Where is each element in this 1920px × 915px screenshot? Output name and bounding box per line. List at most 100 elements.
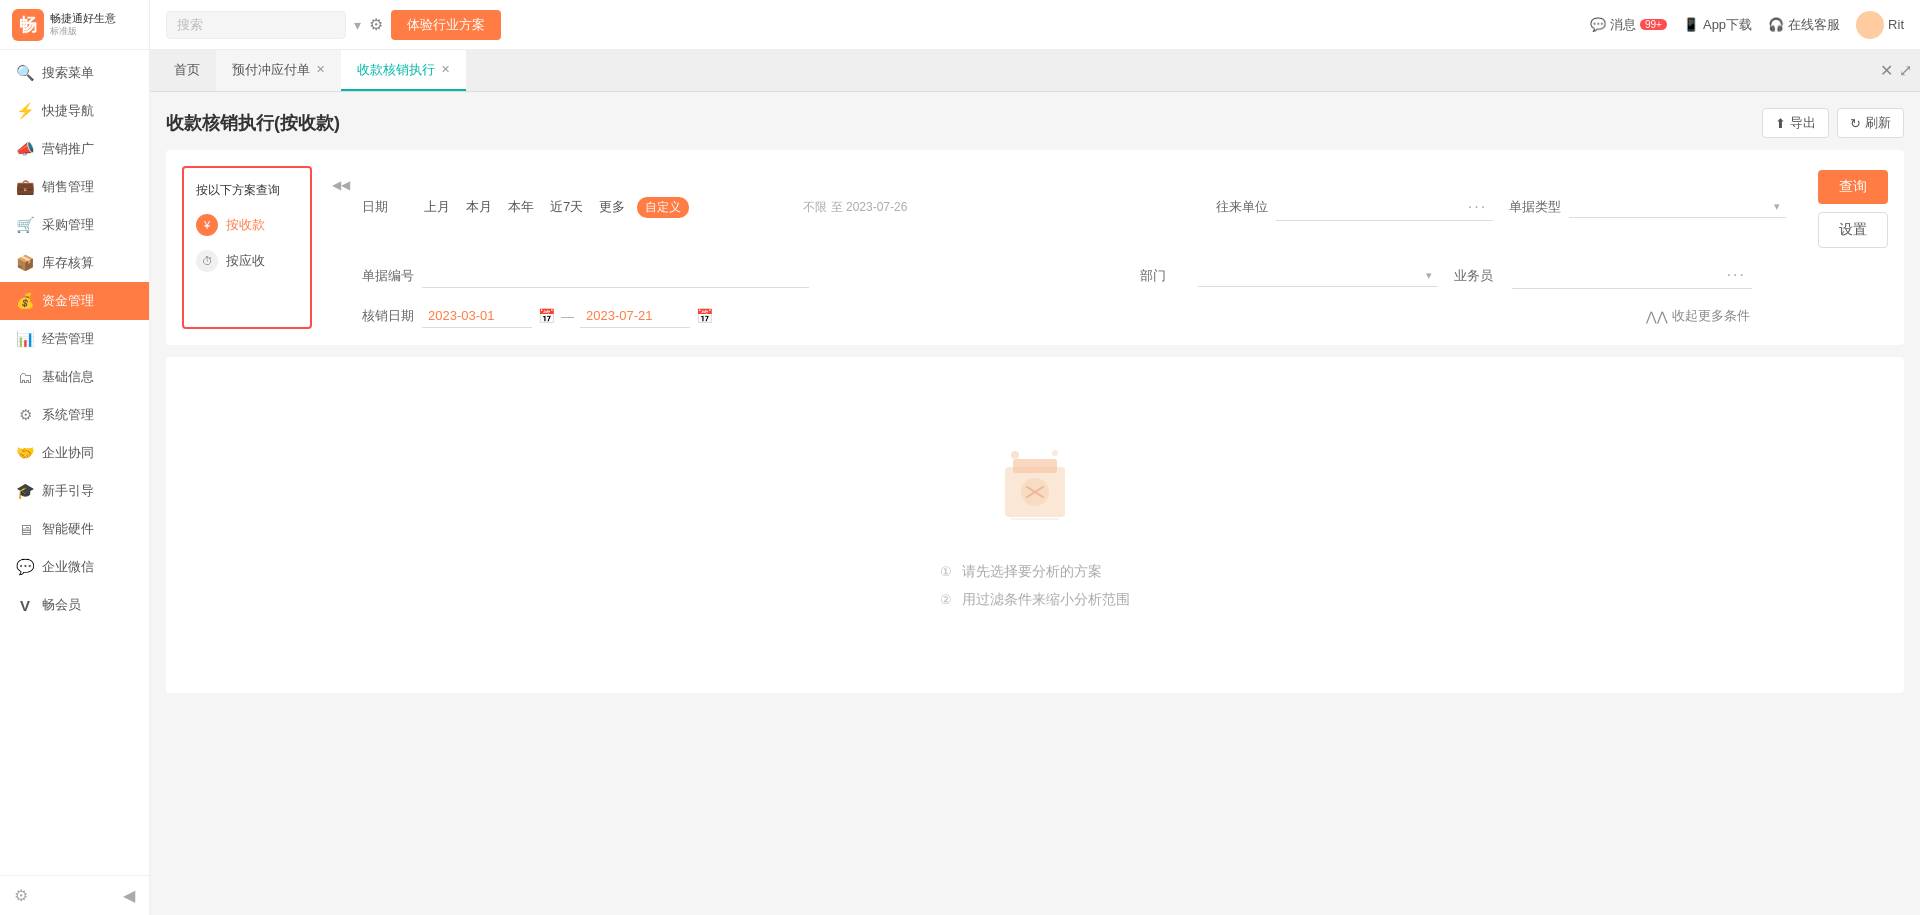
sidebar-label-basic-info: 基础信息	[42, 368, 94, 386]
refresh-label: 刷新	[1865, 114, 1891, 132]
sidebar-item-quick-nav[interactable]: ⚡ 快捷导航	[0, 92, 149, 130]
refresh-button[interactable]: ↻ 刷新	[1837, 108, 1904, 138]
sidebar-item-sales[interactable]: 💼 销售管理	[0, 168, 149, 206]
doc-number-input[interactable]	[422, 264, 809, 288]
finance-icon: 💰	[16, 292, 34, 310]
filter-option-by-receivable[interactable]: ⏱ 按应收	[184, 243, 310, 279]
sidebar-label-search: 搜索菜单	[42, 64, 94, 82]
date-label: 日期	[362, 198, 412, 216]
salesperson-select[interactable]: ···	[1512, 262, 1752, 289]
logo-badge: 标准版	[50, 25, 116, 38]
sidebar: 畅 畅捷通好生意 标准版 🔍 搜索菜单 ⚡ 快捷导航 📣 营销推广 💼 销售管理…	[0, 0, 150, 915]
tabbar-actions: ✕ ⤢	[1880, 50, 1912, 91]
sidebar-item-inventory[interactable]: 📦 库存核算	[0, 244, 149, 282]
salesperson-label: 业务员	[1454, 267, 1504, 285]
operation-icon: 📊	[16, 330, 34, 348]
sidebar-item-operation[interactable]: 📊 经营管理	[0, 320, 149, 358]
salesperson-ellipsis-btn[interactable]: ···	[1727, 266, 1746, 284]
receivable-icon: ⏱	[196, 250, 218, 272]
topbar-gear-icon[interactable]: ⚙	[369, 15, 383, 34]
counterparty-group: 往来单位 ···	[1216, 194, 1493, 221]
settings-icon[interactable]: ⚙	[14, 886, 28, 905]
message-badge: 99+	[1640, 19, 1667, 30]
service-icon: 🎧	[1768, 17, 1784, 32]
solution-button[interactable]: 体验行业方案	[391, 10, 501, 40]
filter-sidebar-title: 按以下方案查询	[184, 178, 310, 207]
member-icon: V	[16, 597, 34, 614]
topbar-dropdown-icon[interactable]: ▾	[354, 17, 361, 33]
writeoff-date-label: 核销日期	[362, 307, 414, 325]
tab-prepay-close-icon[interactable]: ✕	[316, 63, 325, 76]
setting-button[interactable]: 设置	[1818, 212, 1888, 248]
message-icon: 💬	[1590, 17, 1606, 32]
writeoff-date-end-input[interactable]	[580, 304, 690, 328]
shortcut-last-month[interactable]: 上月	[420, 196, 454, 218]
tab-writeoff[interactable]: 收款核销执行 ✕	[341, 50, 466, 91]
sidebar-item-basic-info[interactable]: 🗂 基础信息	[0, 358, 149, 396]
counterparty-select[interactable]: ···	[1276, 194, 1493, 221]
app-download-item[interactable]: 📱 App下载	[1683, 16, 1752, 34]
tab-writeoff-close-icon[interactable]: ✕	[441, 63, 450, 76]
sidebar-item-wechat[interactable]: 💬 企业微信	[0, 548, 149, 586]
tab-prepay[interactable]: 预付冲应付单 ✕	[216, 50, 341, 91]
writeoff-date-start-calendar-icon[interactable]: 📅	[538, 308, 555, 324]
user-avatar	[1856, 11, 1884, 39]
tab-expand-button[interactable]: ⤢	[1899, 61, 1912, 80]
sidebar-label-quick-nav: 快捷导航	[42, 102, 94, 120]
shortcut-custom[interactable]: 自定义	[637, 197, 689, 218]
export-button[interactable]: ⬆ 导出	[1762, 108, 1829, 138]
sidebar-item-system[interactable]: ⚙ 系统管理	[0, 396, 149, 434]
counterparty-label: 往来单位	[1216, 198, 1268, 216]
user-item[interactable]: Rit	[1856, 11, 1904, 39]
tab-writeoff-label: 收款核销执行	[357, 61, 435, 79]
writeoff-date-end-calendar-icon[interactable]: 📅	[696, 308, 713, 324]
inventory-icon: 📦	[16, 254, 34, 272]
filter-option-by-receipt[interactable]: ¥ 按收款	[184, 207, 310, 243]
logo-text-block: 畅捷通好生意 标准版	[50, 11, 116, 38]
salesperson-group: 业务员 ···	[1454, 262, 1752, 289]
sidebar-label-enterprise: 企业协同	[42, 444, 94, 462]
query-button[interactable]: 查询	[1818, 170, 1888, 204]
tab-close-all-button[interactable]: ✕	[1880, 61, 1893, 80]
svg-point-5	[1011, 451, 1019, 459]
message-item[interactable]: 💬 消息 99+	[1590, 16, 1667, 34]
message-label: 消息	[1610, 16, 1636, 34]
sidebar-item-purchase[interactable]: 🛒 采购管理	[0, 206, 149, 244]
department-label: 部门	[1140, 267, 1190, 285]
collapse-filter-icon[interactable]: ◀◀	[328, 174, 354, 196]
more-conditions-button[interactable]: ⋀⋀ 收起更多条件	[1638, 303, 1758, 329]
sidebar-item-enterprise[interactable]: 🤝 企业协同	[0, 434, 149, 472]
svg-point-6	[1052, 450, 1058, 456]
department-select[interactable]: ▾	[1198, 265, 1438, 287]
sidebar-item-member[interactable]: V 畅会员	[0, 586, 149, 624]
filter-panel: 按以下方案查询 ¥ 按收款 ⏱ 按应收 ◀◀ 日期	[166, 150, 1904, 345]
sidebar-item-guide[interactable]: 🎓 新手引导	[0, 472, 149, 510]
department-chevron-icon: ▾	[1426, 269, 1432, 282]
shortcut-more[interactable]: 更多	[595, 196, 629, 218]
wechat-icon: 💬	[16, 558, 34, 576]
shortcut-this-year[interactable]: 本年	[504, 196, 538, 218]
doc-number-label: 单据编号	[362, 267, 414, 285]
purchase-icon: 🛒	[16, 216, 34, 234]
shortcut-this-month[interactable]: 本月	[462, 196, 496, 218]
doc-type-select[interactable]: ▾	[1569, 196, 1786, 218]
sidebar-label-guide: 新手引导	[42, 482, 94, 500]
sidebar-item-marketing[interactable]: 📣 营销推广	[0, 130, 149, 168]
more-conditions-container: ⋀⋀ 收起更多条件	[1638, 303, 1888, 329]
sidebar-item-finance[interactable]: 💰 资金管理	[0, 282, 149, 320]
counterparty-ellipsis-btn[interactable]: ···	[1468, 198, 1487, 216]
writeoff-date-inputs: 📅 — 📅	[422, 304, 766, 328]
shortcut-7-days[interactable]: 近7天	[546, 196, 587, 218]
collapse-arrow-container: ◀◀	[328, 166, 354, 329]
sidebar-item-hardware[interactable]: 🖥 智能硬件	[0, 510, 149, 548]
sidebar-item-search[interactable]: 🔍 搜索菜单	[0, 54, 149, 92]
collapse-sidebar-icon[interactable]: ◀	[123, 886, 135, 905]
sales-icon: 💼	[16, 178, 34, 196]
empty-state: ① 请先选择要分析的方案 ② 用过滤条件来缩小分析范围	[166, 357, 1904, 693]
tab-home[interactable]: 首页	[158, 50, 216, 91]
logo-text: 畅捷通好生意	[50, 11, 116, 25]
online-service-item[interactable]: 🎧 在线客服	[1768, 16, 1840, 34]
writeoff-date-start-input[interactable]	[422, 304, 532, 328]
user-name: Rit	[1888, 17, 1904, 32]
system-icon: ⚙	[16, 406, 34, 424]
